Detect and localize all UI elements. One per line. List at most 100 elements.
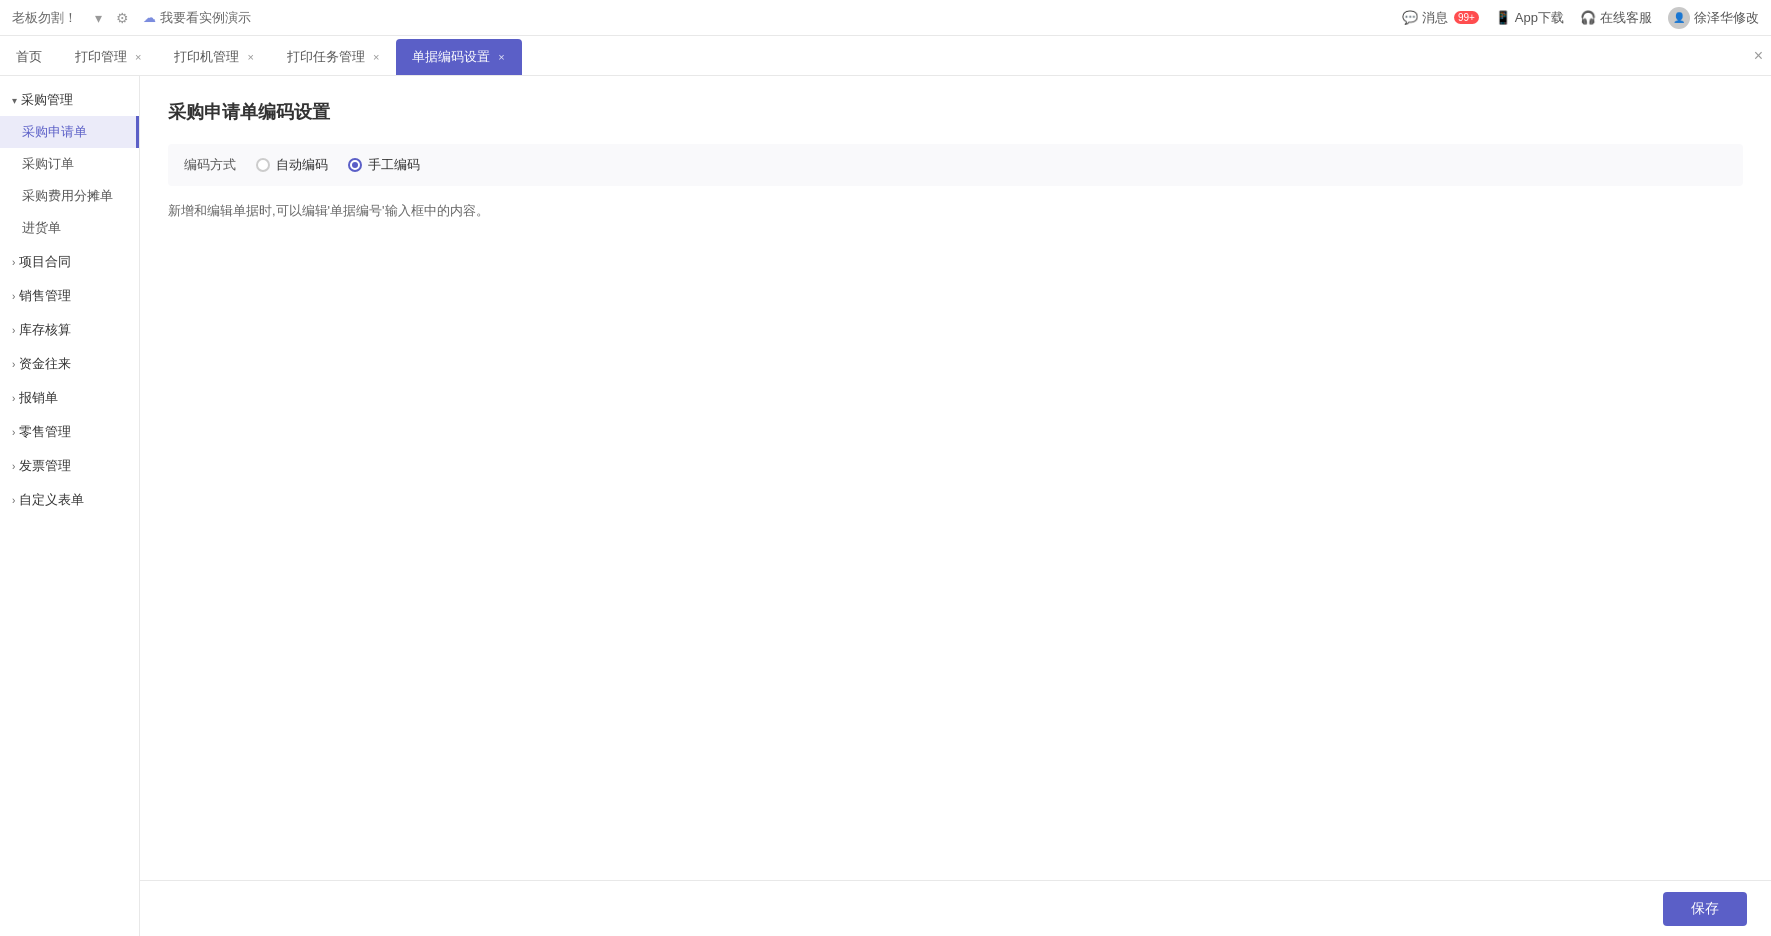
tab-bar-close-icon[interactable]: ×	[1754, 47, 1763, 65]
tab-bill-code-settings-label: 单据编码设置	[412, 48, 490, 66]
message-badge: 99+	[1454, 11, 1479, 24]
chevron-inventory-settle-icon: ›	[12, 325, 15, 336]
sidebar-group-fund-flow: › 资金往来	[0, 348, 139, 380]
sidebar-group-sales-mgmt-label: 销售管理	[19, 287, 71, 305]
online-service-action[interactable]: 🎧 在线客服	[1580, 9, 1652, 27]
content-inner: 采购申请单编码设置 编码方式 自动编码 手工编码 新增和编辑单据时,可	[140, 76, 1771, 880]
app-download-action[interactable]: 📱 App下载	[1495, 9, 1564, 27]
sidebar-item-purchase-expense-label: 采购费用分摊单	[22, 188, 113, 203]
sidebar-group-retail-mgmt-header[interactable]: › 零售管理	[0, 416, 139, 448]
sidebar-group-retail-mgmt-label: 零售管理	[19, 423, 71, 441]
sidebar-item-purchase-request[interactable]: 采购申请单	[0, 116, 139, 148]
message-label: 消息	[1422, 9, 1448, 27]
sidebar-group-inventory-settle: › 库存核算	[0, 314, 139, 346]
radio-group-encoding: 自动编码 手工编码	[256, 156, 420, 174]
main-layout: ▾ 采购管理 采购申请单 采购订单 采购费用分摊单 进货单 › 项目合同	[0, 76, 1771, 936]
headset-icon: 🎧	[1580, 10, 1596, 25]
user-profile[interactable]: 👤 徐泽华修改	[1668, 7, 1759, 29]
sidebar-group-inventory-settle-label: 库存核算	[19, 321, 71, 339]
tab-bar: 首页 打印管理 × 打印机管理 × 打印任务管理 × 单据编码设置 × ×	[0, 36, 1771, 76]
sidebar: ▾ 采购管理 采购申请单 采购订单 采购费用分摊单 进货单 › 项目合同	[0, 76, 140, 936]
encoding-method-label: 编码方式	[184, 156, 236, 174]
sidebar-group-custom-forms-label: 自定义表单	[19, 491, 84, 509]
sidebar-item-purchase-order[interactable]: 采购订单	[0, 148, 139, 180]
radio-manual-code[interactable]: 手工编码	[348, 156, 420, 174]
sidebar-group-procurement-label: 采购管理	[21, 91, 73, 109]
top-bar-right: 💬 消息 99+ 📱 App下载 🎧 在线客服 👤 徐泽华修改	[1402, 7, 1759, 29]
sidebar-group-retail-mgmt: › 零售管理	[0, 416, 139, 448]
chevron-returns-icon: ›	[12, 393, 15, 404]
sidebar-group-sales-mgmt-header[interactable]: › 销售管理	[0, 280, 139, 312]
top-bar: 老板勿割！ ▾ ⚙ 我要看实例演示 💬 消息 99+ 📱 App下载 🎧 在线客…	[0, 0, 1771, 36]
top-bar-title: 老板勿割！	[12, 9, 77, 27]
sidebar-item-purchase-expense[interactable]: 采购费用分摊单	[0, 180, 139, 212]
online-service-label: 在线客服	[1600, 9, 1652, 27]
tab-bill-code-settings[interactable]: 单据编码设置 ×	[396, 39, 521, 75]
sidebar-group-fund-flow-header[interactable]: › 资金往来	[0, 348, 139, 380]
sidebar-item-purchase-order-label: 采购订单	[22, 156, 74, 171]
chevron-retail-mgmt-icon: ›	[12, 427, 15, 438]
sidebar-item-purchase-request-label: 采购申请单	[22, 124, 87, 139]
sidebar-group-invoice-mgmt: › 发票管理	[0, 450, 139, 482]
sidebar-group-returns-label: 报销单	[19, 389, 58, 407]
radio-manual-code-label: 手工编码	[368, 156, 420, 174]
sidebar-group-project-contract-label: 项目合同	[19, 253, 71, 271]
sidebar-group-returns: › 报销单	[0, 382, 139, 414]
avatar: 👤	[1668, 7, 1690, 29]
tab-printer-mgmt-label: 打印机管理	[174, 48, 239, 66]
user-name: 徐泽华修改	[1694, 9, 1759, 27]
top-bar-icons: ▾ ⚙	[89, 9, 131, 27]
sidebar-group-project-contract: › 项目合同	[0, 246, 139, 278]
content-footer: 保存	[140, 880, 1771, 936]
demo-link[interactable]: 我要看实例演示	[143, 9, 251, 27]
radio-manual-code-circle	[348, 158, 362, 172]
chevron-sales-mgmt-icon: ›	[12, 291, 15, 302]
chevron-procurement-icon: ▾	[12, 95, 17, 106]
tab-home-label: 首页	[16, 48, 42, 66]
tab-print-task-mgmt-label: 打印任务管理	[287, 48, 365, 66]
sidebar-group-invoice-mgmt-header[interactable]: › 发票管理	[0, 450, 139, 482]
sidebar-group-procurement-header[interactable]: ▾ 采购管理	[0, 84, 139, 116]
hint-text: 新增和编辑单据时,可以编辑'单据编号'输入框中的内容。	[168, 202, 1743, 220]
tab-print-mgmt-close[interactable]: ×	[135, 51, 141, 63]
page-title: 采购申请单编码设置	[168, 100, 1743, 124]
chevron-down-icon[interactable]: ▾	[89, 9, 107, 27]
radio-auto-code-circle	[256, 158, 270, 172]
chevron-custom-forms-icon: ›	[12, 495, 15, 506]
content-area: 采购申请单编码设置 编码方式 自动编码 手工编码 新增和编辑单据时,可	[140, 76, 1771, 936]
message-icon: 💬	[1402, 10, 1418, 25]
sidebar-group-inventory-settle-header[interactable]: › 库存核算	[0, 314, 139, 346]
save-button[interactable]: 保存	[1663, 892, 1747, 926]
encoding-method-row: 编码方式 自动编码 手工编码	[168, 144, 1743, 186]
top-bar-left: 老板勿割！ ▾ ⚙ 我要看实例演示	[12, 9, 251, 27]
demo-link-text: 我要看实例演示	[160, 9, 251, 27]
sidebar-group-fund-flow-label: 资金往来	[19, 355, 71, 373]
sidebar-group-returns-header[interactable]: › 报销单	[0, 382, 139, 414]
tab-print-task-mgmt[interactable]: 打印任务管理 ×	[271, 39, 396, 75]
app-download-label: App下载	[1515, 9, 1564, 27]
chevron-fund-flow-icon: ›	[12, 359, 15, 370]
app-icon: 📱	[1495, 10, 1511, 25]
sidebar-group-custom-forms-header[interactable]: › 自定义表单	[0, 484, 139, 516]
sidebar-item-incoming[interactable]: 进货单	[0, 212, 139, 244]
sidebar-group-procurement: ▾ 采购管理 采购申请单 采购订单 采购费用分摊单 进货单	[0, 84, 139, 244]
tab-bill-code-settings-close[interactable]: ×	[498, 51, 504, 63]
sidebar-group-custom-forms: › 自定义表单	[0, 484, 139, 516]
hint-text-content: 新增和编辑单据时,可以编辑'单据编号'输入框中的内容。	[168, 203, 489, 218]
radio-auto-code-label: 自动编码	[276, 156, 328, 174]
radio-auto-code[interactable]: 自动编码	[256, 156, 328, 174]
chevron-invoice-mgmt-icon: ›	[12, 461, 15, 472]
settings-icon[interactable]: ⚙	[113, 9, 131, 27]
tab-print-mgmt-label: 打印管理	[75, 48, 127, 66]
sidebar-group-sales-mgmt: › 销售管理	[0, 280, 139, 312]
tab-home[interactable]: 首页	[0, 39, 59, 75]
tab-printer-mgmt-close[interactable]: ×	[247, 51, 253, 63]
message-action[interactable]: 💬 消息 99+	[1402, 9, 1479, 27]
sidebar-group-invoice-mgmt-label: 发票管理	[19, 457, 71, 475]
sidebar-item-incoming-label: 进货单	[22, 220, 61, 235]
tab-printer-mgmt[interactable]: 打印机管理 ×	[158, 39, 270, 75]
tab-print-mgmt[interactable]: 打印管理 ×	[59, 39, 158, 75]
sidebar-group-project-contract-header[interactable]: › 项目合同	[0, 246, 139, 278]
chevron-project-contract-icon: ›	[12, 257, 15, 268]
tab-print-task-mgmt-close[interactable]: ×	[373, 51, 379, 63]
